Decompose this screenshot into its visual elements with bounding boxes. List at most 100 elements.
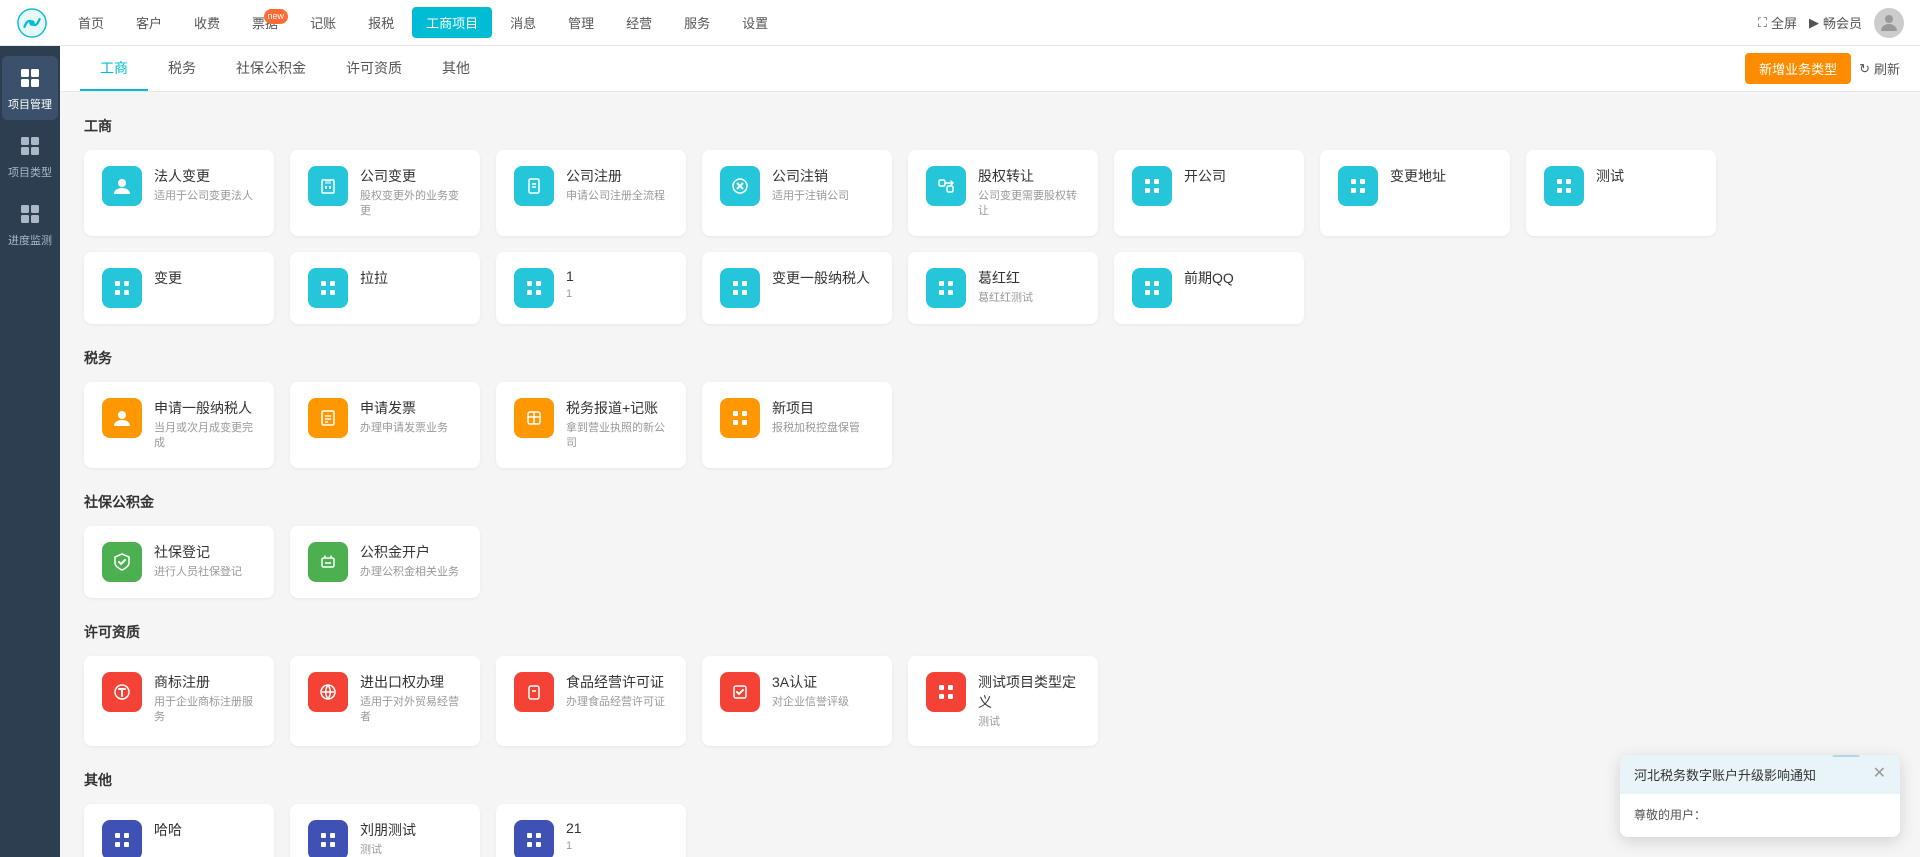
refresh-icon: ↻ (1859, 61, 1870, 77)
card-haha[interactable]: 哈哈 (84, 804, 274, 857)
card-test[interactable]: 测试 (1526, 150, 1716, 236)
section-social: 社保公积金社保登记进行人员社保登记 公积金开户办理公积金相关业务 (84, 492, 1896, 598)
card-text-lala: 拉拉 (360, 268, 388, 288)
user-avatar[interactable] (1874, 8, 1904, 38)
card-apply-invoice[interactable]: 申请发票办理申请发票业务 (290, 382, 480, 468)
nav-item-management[interactable]: 管理 (554, 7, 608, 38)
app-logo (16, 7, 48, 39)
card-text-import-export: 进出口权办理适用于对外贸易经营者 (360, 672, 462, 726)
card-text-twenty-one: 211 (566, 820, 582, 854)
member-btn[interactable]: ▶ 畅会员 (1809, 13, 1862, 32)
nav-item-tickets[interactable]: 票据new (238, 7, 292, 38)
card-food-license[interactable]: 食品经营许可证办理食品经营许可证 (496, 656, 686, 746)
card-change-taxpayer[interactable]: 变更一般纳税人 (702, 252, 892, 324)
card-name-liupeng-test: 刘朋测试 (360, 820, 416, 840)
tab-list: 工商税务社保公积金许可资质其他 (80, 46, 490, 91)
card-text-apply-invoice: 申请发票办理申请发票业务 (360, 398, 448, 436)
nav-item-tax[interactable]: 报税 (354, 7, 408, 38)
card-qqearly[interactable]: 前期QQ (1114, 252, 1304, 324)
section-title-social: 社保公积金 (84, 492, 1896, 512)
card-gehonghong[interactable]: 葛红红葛红红测试 (908, 252, 1098, 324)
fullscreen-btn[interactable]: ⛶ 全屏 (1758, 13, 1797, 32)
notif-close-button[interactable]: ✕ (1873, 766, 1886, 782)
tab-tax[interactable]: 税务 (148, 46, 216, 91)
card-name-lala: 拉拉 (360, 268, 388, 288)
card-social-register[interactable]: 社保登记进行人员社保登记 (84, 526, 274, 598)
card-text-test-type: 测试项目类型定义测试 (978, 672, 1080, 730)
nav-right: ⛶ 全屏 ▶ 畅会员 (1758, 8, 1904, 38)
card-company-change[interactable]: 公司变更股权变更外的业务变更 (290, 150, 480, 236)
card-name-apply-taxpayer: 申请一般纳税人 (154, 398, 256, 418)
card-open-company[interactable]: 开公司 (1114, 150, 1304, 236)
card-name-trademark: 商标注册 (154, 672, 256, 692)
notification-popup: 河北税务数字账户升级影响通知 ✕ 尊敬的用户： (1620, 755, 1900, 837)
card-fund-open[interactable]: 公积金开户办理公积金相关业务 (290, 526, 480, 598)
card-desc-one: 1 (566, 287, 574, 302)
card-lala[interactable]: 拉拉 (290, 252, 480, 324)
card-desc-company-cancel: 适用于注销公司 (772, 189, 849, 204)
card-one[interactable]: 11 (496, 252, 686, 324)
card-text-change-taxpayer: 变更一般纳税人 (772, 268, 870, 288)
grid-card-icon (308, 268, 348, 308)
tag-icon (16, 132, 44, 160)
card-3a-cert[interactable]: 3A认证对企业信誉评级 (702, 656, 892, 746)
card-grid-industry: 法人变更适用于公司变更法人公司变更股权变更外的业务变更公司注册申请公司注册全流程… (84, 150, 1896, 324)
nav-item-operations[interactable]: 经营 (612, 7, 666, 38)
nav-item-home[interactable]: 首页 (64, 7, 118, 38)
tab-social[interactable]: 社保公积金 (216, 46, 326, 91)
card-change-address[interactable]: 变更地址 (1320, 150, 1510, 236)
trademark-card-icon (102, 672, 142, 712)
new-type-button[interactable]: 新增业务类型 (1745, 53, 1851, 84)
card-desc-apply-taxpayer: 当月或次月成变更完成 (154, 421, 256, 452)
register-card-icon (514, 166, 554, 206)
tab-other[interactable]: 其他 (422, 46, 490, 91)
top-nav: 首页客户收费票据new记账报税工商项目消息管理经营服务设置 ⛶ 全屏 ▶ 畅会员 (0, 0, 1920, 46)
card-test-type[interactable]: 测试项目类型定义测试 (908, 656, 1098, 746)
card-text-food-license: 食品经营许可证办理食品经营许可证 (566, 672, 665, 710)
card-name-apply-invoice: 申请发票 (360, 398, 448, 418)
card-text-fund-open: 公积金开户办理公积金相关业务 (360, 542, 459, 580)
section-title-tax: 税务 (84, 348, 1896, 368)
card-text-tax-report-accounting: 税务报道+记账拿到营业执照的新公司 (566, 398, 668, 452)
card-import-export[interactable]: 进出口权办理适用于对外贸易经营者 (290, 656, 480, 746)
tab-bar-right: 新增业务类型 ↻ 刷新 (1745, 53, 1900, 84)
card-desc-test-type: 测试 (978, 715, 1080, 730)
sidebar-item-progress[interactable]: 进度监测 (2, 192, 58, 256)
card-tax-report-accounting[interactable]: 税务报道+记账拿到营业执照的新公司 (496, 382, 686, 468)
card-company-register[interactable]: 公司注册申请公司注册全流程 (496, 150, 686, 236)
sidebar: 项目管理 项目类型 进度监测 (0, 46, 60, 857)
refresh-button[interactable]: ↻ 刷新 (1859, 59, 1900, 78)
nav-item-settings[interactable]: 设置 (728, 7, 782, 38)
grid-card-icon (1338, 166, 1378, 206)
food-card-icon (514, 672, 554, 712)
card-name-company-register: 公司注册 (566, 166, 665, 186)
tab-industry[interactable]: 工商 (80, 46, 148, 91)
grid-card-icon (720, 268, 760, 308)
card-name-twenty-one: 21 (566, 820, 582, 836)
nav-item-services[interactable]: 服务 (670, 7, 724, 38)
card-grid-license: 商标注册用于企业商标注册服务 进出口权办理适用于对外贸易经营者 食品经营许可证办理食… (84, 656, 1896, 746)
card-liupeng-test[interactable]: 刘朋测试测试 (290, 804, 480, 857)
card-equity-transfer[interactable]: 股权转让公司变更需要股权转让 (908, 150, 1098, 236)
card-text-apply-taxpayer: 申请一般纳税人当月或次月成变更完成 (154, 398, 256, 452)
card-name-qqearly: 前期QQ (1184, 268, 1234, 288)
sidebar-item-project-type[interactable]: 项目类型 (2, 124, 58, 188)
grid-icon (16, 64, 44, 92)
tab-license[interactable]: 许可资质 (326, 46, 422, 91)
card-company-cancel[interactable]: 公司注销适用于注销公司 (702, 150, 892, 236)
nav-item-accounting[interactable]: 记账 (296, 7, 350, 38)
card-trademark[interactable]: 商标注册用于企业商标注册服务 (84, 656, 274, 746)
card-change[interactable]: 变更 (84, 252, 274, 324)
card-apply-taxpayer[interactable]: 申请一般纳税人当月或次月成变更完成 (84, 382, 274, 468)
card-grid-tax: 申请一般纳税人当月或次月成变更完成 申请发票办理申请发票业务 税务报道+记账拿到营业… (84, 382, 1896, 468)
card-name-haha: 哈哈 (154, 820, 182, 840)
page-content: 工商法人变更适用于公司变更法人公司变更股权变更外的业务变更公司注册申请公司注册全… (60, 92, 1920, 857)
nav-item-messages[interactable]: 消息 (496, 7, 550, 38)
sidebar-item-project-mgmt[interactable]: 项目管理 (2, 56, 58, 120)
nav-item-customers[interactable]: 客户 (122, 7, 176, 38)
card-legal-change[interactable]: 法人变更适用于公司变更法人 (84, 150, 274, 236)
nav-item-industry[interactable]: 工商项目 (412, 7, 492, 38)
nav-item-billing[interactable]: 收费 (180, 7, 234, 38)
card-new-project[interactable]: 新项目报税加税控盘保管 (702, 382, 892, 468)
card-twenty-one[interactable]: 211 (496, 804, 686, 857)
